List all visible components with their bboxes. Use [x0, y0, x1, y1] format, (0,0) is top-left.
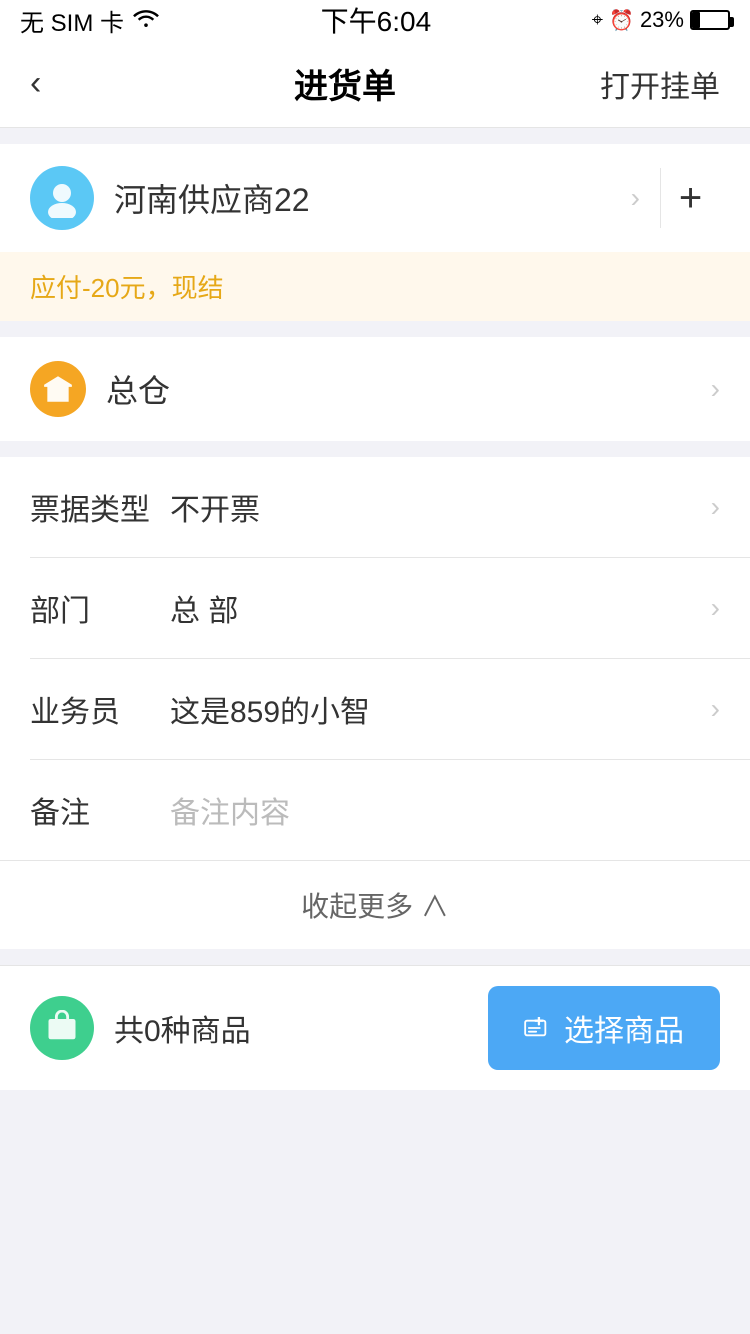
notice-text: 应付-20元，现结	[30, 273, 224, 303]
remark-input[interactable]: 备注内容	[170, 788, 720, 832]
select-product-label: 选择商品	[564, 1006, 684, 1050]
alarm-icon: ⏰	[609, 8, 634, 33]
divider-2	[0, 441, 750, 457]
product-count-label: 共0种商品	[114, 1006, 488, 1050]
warehouse-row[interactable]: 总仓 ›	[0, 337, 750, 441]
divider-1	[0, 321, 750, 337]
form-section: 票据类型 不开票 › 部门 总 部 › 业务员 这是859的小智 › 备注 备注…	[0, 457, 750, 949]
page-title: 进货单	[90, 59, 600, 108]
collapse-row: 收起更多 ∧	[0, 860, 750, 949]
select-product-button[interactable]: 选择商品	[488, 986, 720, 1070]
product-icon	[30, 996, 94, 1060]
dept-row[interactable]: 部门 总 部 ›	[0, 558, 750, 658]
dept-chevron-icon: ›	[711, 592, 720, 624]
remark-label: 备注	[30, 788, 170, 832]
notice-bar: 应付-20元，现结	[0, 252, 750, 321]
nav-bar: ‹ 进货单 打开挂单	[0, 40, 750, 128]
supplier-avatar	[30, 166, 94, 230]
warehouse-chevron-icon: ›	[711, 373, 720, 405]
supplier-row[interactable]: 河南供应商22 › +	[0, 144, 750, 252]
open-pending-button[interactable]: 打开挂单	[600, 62, 720, 106]
supplier-name: 河南供应商22	[114, 175, 631, 221]
salesperson-label: 业务员	[30, 687, 170, 731]
add-supplier-button[interactable]: +	[660, 168, 720, 228]
dept-value: 总 部	[170, 586, 711, 630]
warehouse-icon	[30, 361, 86, 417]
status-left: 无 SIM 卡	[20, 3, 160, 38]
remark-row[interactable]: 备注 备注内容	[0, 760, 750, 860]
status-bar: 无 SIM 卡 下午6:04 ⌖ ⏰ 23%	[0, 0, 750, 40]
time-label: 下午6:04	[321, 0, 432, 40]
carrier-label: 无 SIM 卡	[20, 3, 124, 38]
battery-icon	[690, 10, 730, 30]
wifi-icon	[132, 6, 160, 34]
supplier-section: 河南供应商22 › + 应付-20元，现结	[0, 144, 750, 321]
supplier-chevron-icon: ›	[631, 182, 640, 214]
status-right: ⌖ ⏰ 23%	[592, 7, 730, 33]
warehouse-section: 总仓 ›	[0, 337, 750, 441]
location-icon: ⌖	[592, 9, 603, 32]
invoice-label: 票据类型	[30, 485, 170, 529]
battery-percent: 23%	[640, 7, 684, 33]
collapse-button[interactable]: 收起更多 ∧	[301, 885, 449, 925]
invoice-row[interactable]: 票据类型 不开票 ›	[0, 457, 750, 557]
top-divider	[0, 128, 750, 144]
invoice-chevron-icon: ›	[711, 491, 720, 523]
salesperson-value: 这是859的小智	[170, 687, 711, 731]
salesperson-chevron-icon: ›	[711, 693, 720, 725]
invoice-value: 不开票	[170, 485, 711, 529]
warehouse-name: 总仓	[106, 366, 711, 412]
back-button[interactable]: ‹	[30, 64, 90, 103]
dept-label: 部门	[30, 586, 170, 630]
bottom-bar: 共0种商品 选择商品	[0, 965, 750, 1090]
salesperson-row[interactable]: 业务员 这是859的小智 ›	[0, 659, 750, 759]
